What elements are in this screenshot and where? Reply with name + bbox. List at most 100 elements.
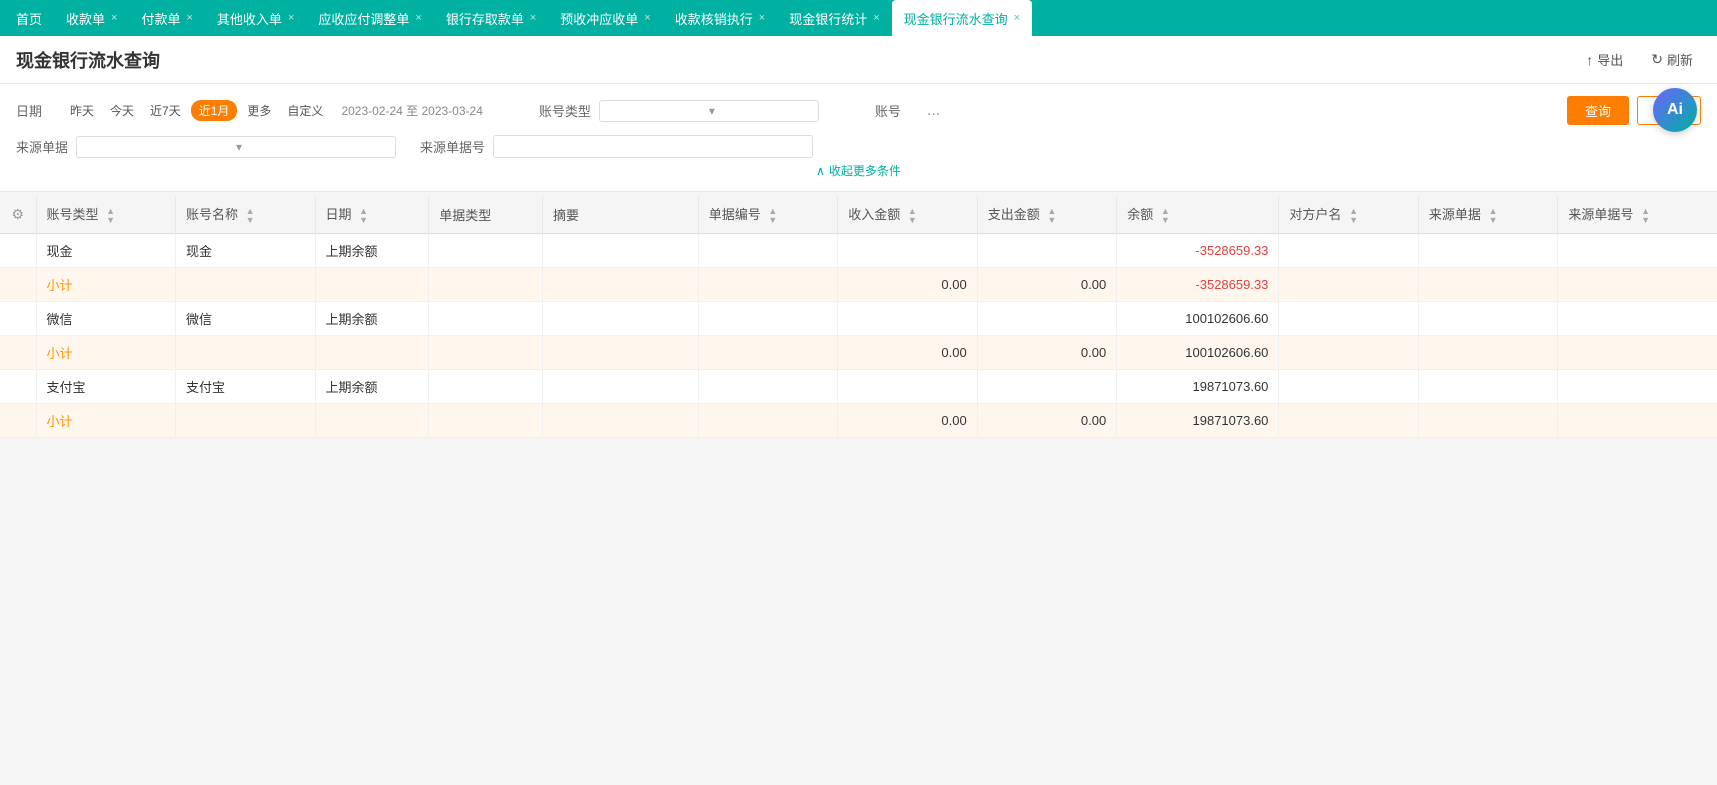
nav-adjustment[interactable]: 应收应付调整单 × (306, 0, 433, 36)
date-btn-7days[interactable]: 近7天 (144, 100, 187, 121)
col-balance[interactable]: 余额 ▲▼ (1117, 196, 1279, 233)
close-icon[interactable]: × (873, 12, 879, 24)
export-button[interactable]: ↑ 导出 (1578, 46, 1631, 73)
page-title: 现金银行流水查询 (16, 47, 160, 73)
cell-account-name (176, 403, 316, 437)
col-date[interactable]: 日期 ▲▼ (315, 196, 429, 233)
cell-date (315, 335, 429, 369)
cell-expense (977, 369, 1117, 403)
nav-verify[interactable]: 收款核销执行 × (663, 0, 777, 36)
cell-balance: 100102606.60 (1117, 335, 1279, 369)
close-icon[interactable]: × (186, 12, 192, 24)
sort-icon: ▲▼ (359, 207, 368, 225)
close-icon[interactable]: × (644, 12, 650, 24)
nav-payment[interactable]: 付款单 × (129, 0, 204, 36)
row-settings (0, 301, 36, 335)
cell-doc-no (698, 369, 838, 403)
nav-advance[interactable]: 预收冲应收单 × (548, 0, 662, 36)
cell-source-doc-no (1558, 335, 1717, 369)
cell-account-type: 小计 (36, 335, 176, 369)
nav-cashflow[interactable]: 现金银行流水查询 × (892, 0, 1032, 36)
col-source-doc[interactable]: 来源单据 ▲▼ (1418, 196, 1558, 233)
cell-source-doc-no (1558, 369, 1717, 403)
source-doc-select[interactable]: ▾ (76, 136, 396, 158)
source-doc-no-filter-group: 来源单据号 (420, 135, 813, 158)
cell-source-doc-no (1558, 301, 1717, 335)
cell-source-doc (1418, 403, 1558, 437)
nav-home[interactable]: 首页 (4, 0, 54, 36)
cell-account-name: 微信 (176, 301, 316, 335)
cell-source-doc (1418, 233, 1558, 267)
col-source-doc-no[interactable]: 来源单据号 ▲▼ (1558, 196, 1717, 233)
date-btn-today[interactable]: 今天 (104, 100, 140, 121)
close-icon[interactable]: × (1014, 12, 1020, 24)
table-row: 支付宝 支付宝 上期余额 19871073.60 (0, 369, 1717, 403)
nav-bank-deposit[interactable]: 银行存取款单 × (434, 0, 548, 36)
col-expense[interactable]: 支出金额 ▲▼ (977, 196, 1117, 233)
cell-account-type: 小计 (36, 267, 176, 301)
col-summary: 摘要 (542, 196, 698, 233)
ai-assistant-button[interactable]: Ai (1653, 88, 1697, 132)
cell-doc-no (698, 301, 838, 335)
gear-icon[interactable]: ⚙ (11, 206, 24, 222)
date-btn-more[interactable]: 更多 (241, 100, 277, 121)
cell-account-type: 现金 (36, 233, 176, 267)
cell-source-doc (1418, 335, 1558, 369)
header-actions: ↑ 导出 ↻ 刷新 (1578, 46, 1701, 73)
chevron-up-icon: ∧ (816, 164, 825, 178)
cell-date: 上期余额 (315, 233, 429, 267)
date-btn-custom[interactable]: 自定义 (281, 100, 329, 121)
cell-income (838, 233, 978, 267)
row-settings (0, 403, 36, 437)
date-btn-yesterday[interactable]: 昨天 (64, 100, 100, 121)
cell-source-doc (1418, 267, 1558, 301)
cell-counterpart (1279, 233, 1419, 267)
cell-source-doc-no (1558, 403, 1717, 437)
chevron-down-icon: ▾ (709, 104, 810, 118)
table-row: 现金 现金 上期余额 -3528659.33 (0, 233, 1717, 267)
filter-row-source: 来源单据 ▾ 来源单据号 (16, 135, 1701, 158)
cell-account-name: 支付宝 (176, 369, 316, 403)
cell-income: 0.00 (838, 267, 978, 301)
date-filter-group: 日期 昨天 今天 近7天 近1月 更多 自定义 2023-02-24 至 202… (16, 100, 483, 121)
close-icon[interactable]: × (759, 12, 765, 24)
chevron-down-icon: ▾ (236, 140, 387, 154)
date-btn-1month[interactable]: 近1月 (191, 100, 238, 121)
col-doc-no[interactable]: 单据编号 ▲▼ (698, 196, 838, 233)
col-account-type[interactable]: 账号类型 ▲▼ (36, 196, 176, 233)
col-account-name[interactable]: 账号名称 ▲▼ (176, 196, 316, 233)
sort-icon: ▲▼ (1047, 207, 1056, 225)
col-income[interactable]: 收入金额 ▲▼ (838, 196, 978, 233)
cell-counterpart (1279, 403, 1419, 437)
table-row: 小计 0.00 0.00 19871073.60 (0, 403, 1717, 437)
export-icon: ↑ (1586, 52, 1593, 68)
cell-counterpart (1279, 369, 1419, 403)
cell-summary (542, 403, 698, 437)
table-header: ⚙ 账号类型 ▲▼ 账号名称 ▲▼ 日期 ▲▼ 单据类型 摘 (0, 196, 1717, 233)
cell-counterpart (1279, 335, 1419, 369)
refresh-button[interactable]: ↻ 刷新 (1643, 46, 1701, 73)
cell-doc-no (698, 233, 838, 267)
filter-row-date: 日期 昨天 今天 近7天 近1月 更多 自定义 2023-02-24 至 202… (16, 96, 1701, 125)
query-button[interactable]: 查询 (1567, 96, 1629, 125)
sort-icon: ▲▼ (1349, 207, 1358, 225)
close-icon[interactable]: × (530, 12, 536, 24)
nav-receipt[interactable]: 收款单 × (54, 0, 129, 36)
source-doc-label: 来源单据 (16, 137, 68, 156)
nav-stats[interactable]: 现金银行统计 × (777, 0, 891, 36)
cell-account-type: 微信 (36, 301, 176, 335)
cash-flow-table: ⚙ 账号类型 ▲▼ 账号名称 ▲▼ 日期 ▲▼ 单据类型 摘 (0, 196, 1717, 438)
cell-doc-no (698, 267, 838, 301)
refresh-icon: ↻ (1651, 51, 1663, 68)
sort-icon: ▲▼ (1161, 207, 1170, 225)
close-icon[interactable]: × (415, 12, 421, 24)
close-icon[interactable]: × (288, 12, 294, 24)
source-doc-no-input[interactable] (493, 135, 813, 158)
account-type-select[interactable]: ▾ (599, 100, 819, 122)
col-counterpart[interactable]: 对方户名 ▲▼ (1279, 196, 1419, 233)
nav-other-income[interactable]: 其他收入单 × (205, 0, 306, 36)
account-more-button[interactable]: ... (923, 102, 944, 120)
row-settings (0, 335, 36, 369)
close-icon[interactable]: × (111, 12, 117, 24)
collapse-bar[interactable]: ∧ 收起更多条件 (16, 158, 1701, 179)
